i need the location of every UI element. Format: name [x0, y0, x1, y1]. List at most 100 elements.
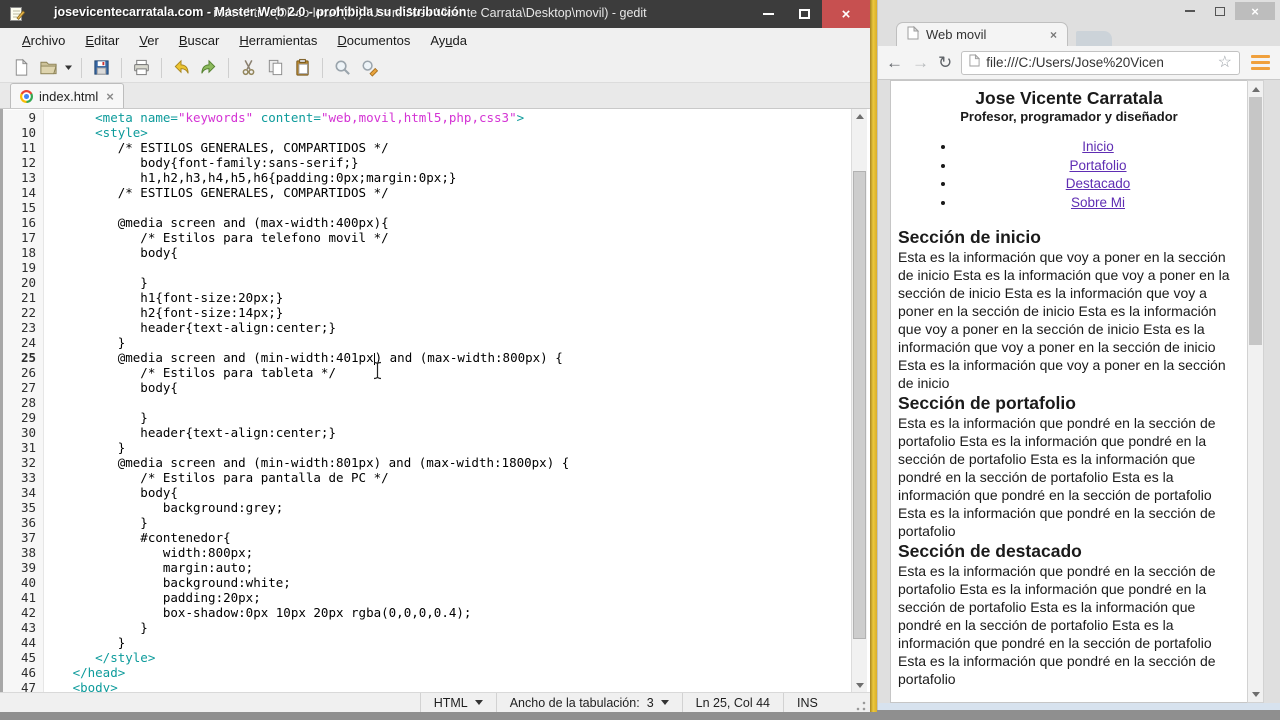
- tab-width-selector[interactable]: Ancho de la tabulación: 3: [495, 693, 682, 712]
- browser-titlebar[interactable]: ×: [878, 0, 1280, 22]
- browser-scrollbar-thumb[interactable]: [1249, 97, 1262, 345]
- code-line-30[interactable]: 30 header{text-align:center;}: [3, 425, 851, 440]
- browser-close-button[interactable]: ×: [1235, 2, 1275, 20]
- copy-icon[interactable]: [262, 55, 289, 81]
- cut-icon[interactable]: [235, 55, 262, 81]
- code-line-17[interactable]: 17 /* Estilos para telefono movil */: [3, 230, 851, 245]
- code-line-47[interactable]: 47 <body>: [3, 680, 851, 692]
- code-line-9[interactable]: 9 <meta name="keywords" content="web,mov…: [3, 110, 851, 125]
- browser-tab-close-icon[interactable]: ×: [1050, 28, 1057, 42]
- code-line-41[interactable]: 41 padding:20px;: [3, 590, 851, 605]
- line-number: 23: [3, 320, 44, 335]
- code-line-39[interactable]: 39 margin:auto;: [3, 560, 851, 575]
- code-line-42[interactable]: 42 box-shadow:0px 10px 20px rgba(0,0,0,0…: [3, 605, 851, 620]
- language-selector[interactable]: HTML: [419, 693, 496, 712]
- menu-herramientas[interactable]: Herramientas: [229, 30, 327, 51]
- code-line-28[interactable]: 28: [3, 395, 851, 410]
- menu-editar[interactable]: Editar: [75, 30, 129, 51]
- new-tab-button[interactable]: [1076, 31, 1112, 46]
- menu-documentos[interactable]: Documentos: [327, 30, 420, 51]
- menu-ayuda[interactable]: Ayuda: [420, 30, 477, 51]
- code-line-15[interactable]: 15: [3, 200, 851, 215]
- code-line-29[interactable]: 29 }: [3, 410, 851, 425]
- code-line-35[interactable]: 35 background:grey;: [3, 500, 851, 515]
- code-editor[interactable]: 9 <meta name="keywords" content="web,mov…: [3, 110, 851, 692]
- scroll-down-icon[interactable]: [1248, 687, 1263, 701]
- code-line-40[interactable]: 40 background:white;: [3, 575, 851, 590]
- resize-grip[interactable]: [855, 699, 867, 712]
- new-document-icon[interactable]: [8, 55, 35, 81]
- gedit-titlebar[interactable]: index.html (Disco local (C:) \Users\Jose…: [0, 0, 870, 28]
- code-line-46[interactable]: 46 </head>: [3, 665, 851, 680]
- browser-minimize-button[interactable]: [1175, 2, 1205, 20]
- editor-scrollbar-thumb[interactable]: [853, 171, 866, 639]
- undo-icon[interactable]: [168, 55, 195, 81]
- editor-scrollbar[interactable]: [851, 109, 867, 692]
- browser-maximize-button[interactable]: [1205, 2, 1235, 20]
- url-text[interactable]: file:///C:/Users/Jose%20Vicen: [986, 55, 1211, 70]
- print-icon[interactable]: [128, 55, 155, 81]
- code-line-10[interactable]: 10 <style>: [3, 125, 851, 140]
- code-line-36[interactable]: 36 }: [3, 515, 851, 530]
- code-line-31[interactable]: 31 }: [3, 440, 851, 455]
- open-dropdown-icon[interactable]: [62, 55, 75, 81]
- menu-hamburger-icon[interactable]: [1249, 53, 1272, 73]
- open-icon[interactable]: [35, 55, 62, 81]
- find-and-replace-icon[interactable]: [356, 55, 383, 81]
- browser-window: × Web movil × ← → ↻ file:///C:/Users/Jos…: [877, 0, 1280, 710]
- code-line-38[interactable]: 38 width:800px;: [3, 545, 851, 560]
- back-icon[interactable]: ←: [886, 54, 903, 71]
- find-icon[interactable]: [329, 55, 356, 81]
- code-line-37[interactable]: 37 #contenedor{: [3, 530, 851, 545]
- url-bar[interactable]: file:///C:/Users/Jose%20Vicen ☆: [961, 50, 1240, 75]
- minimize-button[interactable]: [750, 0, 786, 28]
- save-icon[interactable]: [88, 55, 115, 81]
- scroll-up-icon[interactable]: [1248, 82, 1263, 96]
- code-line-19[interactable]: 19: [3, 260, 851, 275]
- nav-link-inicio[interactable]: Inicio: [1082, 139, 1114, 154]
- code-line-43[interactable]: 43 }: [3, 620, 851, 635]
- tab-index-html[interactable]: index.html ×: [10, 83, 124, 108]
- code-line-44[interactable]: 44 }: [3, 635, 851, 650]
- code-line-26[interactable]: 26 /* Estilos para tableta */: [3, 365, 851, 380]
- close-button[interactable]: ×: [822, 0, 870, 28]
- redo-icon[interactable]: [195, 55, 222, 81]
- refresh-icon[interactable]: ↻: [938, 54, 952, 71]
- code-line-23[interactable]: 23 header{text-align:center;}: [3, 320, 851, 335]
- tab-close-icon[interactable]: ×: [106, 89, 114, 104]
- code-text: /* Estilos para tableta */: [50, 365, 336, 380]
- code-line-33[interactable]: 33 /* Estilos para pantalla de PC */: [3, 470, 851, 485]
- code-line-14[interactable]: 14 /* ESTILOS GENERALES, COMPARTIDOS */: [3, 185, 851, 200]
- code-line-12[interactable]: 12 body{font-family:sans-serif;}: [3, 155, 851, 170]
- nav-link-destacado[interactable]: Destacado: [1066, 176, 1131, 191]
- menu-buscar[interactable]: Buscar: [169, 30, 229, 51]
- code-line-32[interactable]: 32 @media screen and (min-width:801px) a…: [3, 455, 851, 470]
- browser-tab-web-movil[interactable]: Web movil ×: [896, 22, 1068, 46]
- code-line-27[interactable]: 27 body{: [3, 380, 851, 395]
- menu-ver[interactable]: Ver: [129, 30, 169, 51]
- code-line-13[interactable]: 13 h1,h2,h3,h4,h5,h6{padding:0px;margin:…: [3, 170, 851, 185]
- nav-link-sobre-mi[interactable]: Sobre Mi: [1071, 195, 1125, 210]
- code-text: }: [50, 620, 148, 635]
- code-line-45[interactable]: 45 </style>: [3, 650, 851, 665]
- code-line-11[interactable]: 11 /* ESTILOS GENERALES, COMPARTIDOS */: [3, 140, 851, 155]
- bookmark-star-icon[interactable]: ☆: [1218, 54, 1232, 71]
- code-line-22[interactable]: 22 h2{font-size:14px;}: [3, 305, 851, 320]
- code-line-34[interactable]: 34 body{: [3, 485, 851, 500]
- code-text: margin:auto;: [50, 560, 254, 575]
- code-line-21[interactable]: 21 h1{font-size:20px;}: [3, 290, 851, 305]
- code-line-24[interactable]: 24 }: [3, 335, 851, 350]
- code-line-20[interactable]: 20 }: [3, 275, 851, 290]
- scroll-down-icon[interactable]: [852, 678, 867, 692]
- paste-icon[interactable]: [289, 55, 316, 81]
- browser-scrollbar[interactable]: [1247, 80, 1264, 703]
- maximize-button[interactable]: [786, 0, 822, 28]
- line-number: 11: [3, 140, 44, 155]
- menu-archivo[interactable]: Archivo: [12, 30, 75, 51]
- code-line-25[interactable]: 25 @media screen and (min-width:401px) a…: [3, 350, 851, 365]
- nav-link-portafolio[interactable]: Portafolio: [1069, 158, 1126, 173]
- scroll-up-icon[interactable]: [852, 109, 867, 123]
- chevron-down-icon: [660, 700, 669, 705]
- code-line-18[interactable]: 18 body{: [3, 245, 851, 260]
- code-line-16[interactable]: 16 @media screen and (max-width:400px){: [3, 215, 851, 230]
